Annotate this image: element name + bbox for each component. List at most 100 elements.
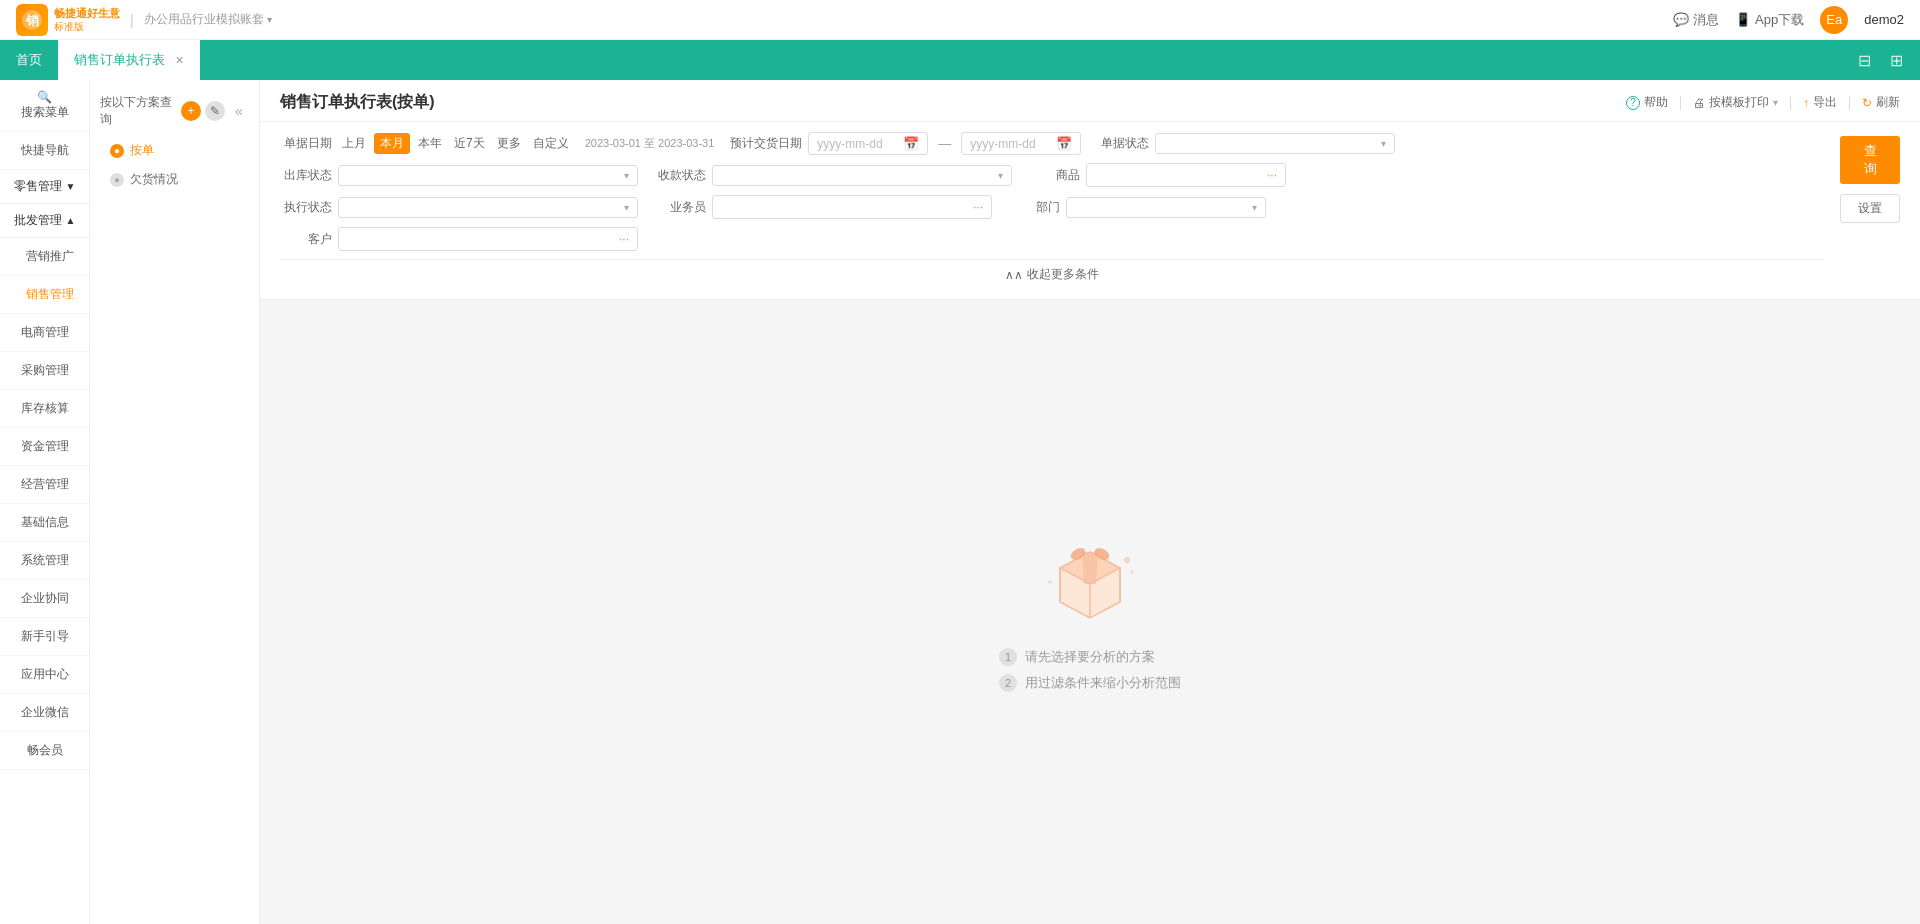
goods-select[interactable]: ··· [1086,163,1286,187]
page-label[interactable]: 办公用品行业模拟账套 ▾ [144,11,272,28]
content-area: 按以下方案查询 + ✎ « ● 按单 ● 欠货情况 销售订单执行表(按单) [90,80,1920,924]
tip-text-1: 请先选择要分析的方案 [1025,648,1155,666]
retail-arrow-icon: ▼ [66,181,76,192]
calendar-start-icon[interactable]: 📅 [903,136,919,151]
header-left: 销 畅捷通好生意 标准版 | 办公用品行业模拟账套 ▾ [16,4,272,36]
sidebar-item-quicknav[interactable]: 快捷导航 [0,132,89,170]
payment-status-select[interactable]: ▾ [712,165,1012,186]
sidebar-item-finance[interactable]: 资金管理 [0,428,89,466]
scheme-item-press[interactable]: ● 按单 [90,136,259,165]
sidebar-item-basic[interactable]: 基础信息 [0,504,89,542]
customer-select[interactable]: ··· [338,227,638,251]
filter-date: 单据日期 上月 本月 本年 近7天 更多 自定义 2023-03-01 至 20… [280,133,714,154]
sidebar-item-app-center[interactable]: 应用中心 [0,656,89,694]
filter-row-3: 执行状态 ▾ 业务员 ··· [280,195,1824,219]
date-btn-more[interactable]: 更多 [493,133,525,154]
date-btn-custom[interactable]: 自定义 [529,133,573,154]
tip-num-1: 1 [999,648,1017,666]
tip-text-2: 用过滤条件来缩小分析范围 [1025,674,1181,692]
sidebar-item-wholesale[interactable]: 批发管理 ▲ [0,204,89,238]
sidebar-item-search[interactable]: 🔍 搜索菜单 [0,80,89,132]
sidebar-item-purchase[interactable]: 采购管理 [0,352,89,390]
collapse-up-icon: ∧∧ [1005,268,1023,282]
brand-icon: 销 [16,4,48,36]
tab-bar-right: ⊟ ⊞ [1852,48,1920,72]
dept-select[interactable]: ▾ [1066,197,1266,218]
collapse-filter-button[interactable]: ∧∧ 收起更多条件 [280,259,1824,289]
sidebar-item-operation[interactable]: 经营管理 [0,466,89,504]
brand-logo[interactable]: 销 畅捷通好生意 标准版 [16,4,120,36]
help-button[interactable]: ? 帮助 [1626,94,1668,111]
sidebar-item-wechat[interactable]: 企业微信 [0,694,89,732]
date-quick-btns: 上月 本月 本年 近7天 更多 自定义 [338,133,573,154]
filter-exec-status: 执行状态 ▾ [280,197,638,218]
export-button[interactable]: ↑ 导出 [1803,94,1837,111]
svg-marker-7 [1082,552,1098,584]
query-button[interactable]: 查询 [1840,136,1900,184]
scheme-item-debt[interactable]: ● 欠货情况 [90,165,259,194]
tab-home[interactable]: 首页 [0,40,58,80]
add-scheme-button[interactable]: + [181,101,201,121]
salesperson-select[interactable]: ··· [712,195,992,219]
filter-goods: 商品 ··· [1028,163,1286,187]
date-btn-7days[interactable]: 近7天 [450,133,489,154]
date-btn-last-month[interactable]: 上月 [338,133,370,154]
filter-row-2: 出库状态 ▾ 收款状态 ▾ [280,163,1824,187]
sidebar-item-ecommerce[interactable]: 电商管理 [0,314,89,352]
doc-status-arrow-icon: ▾ [1381,138,1386,149]
username[interactable]: demo2 [1864,12,1904,27]
app-download-action[interactable]: 📱 App下载 [1735,11,1804,29]
wholesale-arrow-icon: ▲ [66,215,76,226]
salesperson-more-icon[interactable]: ··· [973,200,983,214]
expected-date-end-input[interactable]: yyyy-mm-dd 📅 [961,132,1081,155]
customer-more-icon[interactable]: ··· [619,232,629,246]
sidebar-item-system[interactable]: 系统管理 [0,542,89,580]
filter-payment-status: 收款状态 ▾ [654,165,1012,186]
empty-tips: 1 请先选择要分析的方案 2 用过滤条件来缩小分析范围 [999,648,1181,692]
query-settings-group: 查询 设置 [1824,132,1900,223]
sidebar-item-enterprise[interactable]: 企业协同 [0,580,89,618]
user-avatar[interactable]: Ea [1820,6,1848,34]
print-button[interactable]: 🖨 按模板打印 ▾ [1693,94,1778,111]
date-btn-this-month[interactable]: 本月 [374,133,410,154]
sidebar-item-member[interactable]: 畅会员 [0,732,89,770]
date-range-display: 2023-03-01 至 2023-03-31 [585,136,715,151]
filter-stock-status: 出库状态 ▾ [280,165,638,186]
tab-sales-order[interactable]: 销售订单执行表 ✕ [58,40,200,80]
page-title: 销售订单执行表(按单) [280,92,435,113]
date-btn-this-year[interactable]: 本年 [414,133,446,154]
settings-button[interactable]: 设置 [1840,194,1900,223]
tab-fullscreen-icon[interactable]: ⊞ [1884,48,1908,72]
exec-status-select[interactable]: ▾ [338,197,638,218]
search-icon: 🔍 [37,90,52,104]
tab-close-icon[interactable]: ✕ [175,54,184,67]
sidebar-item-sales[interactable]: 销售管理 [0,276,89,314]
tab-minimize-icon[interactable]: ⊟ [1852,48,1876,72]
filter-row-1: 单据日期 上月 本月 本年 近7天 更多 自定义 2023-03-01 至 20… [280,132,1824,155]
goods-more-icon[interactable]: ··· [1267,168,1277,182]
expected-date-start-input[interactable]: yyyy-mm-dd 📅 [808,132,928,155]
edit-scheme-button[interactable]: ✎ [205,101,225,121]
svg-point-12 [1048,580,1052,584]
sidebar-item-inventory[interactable]: 库存核算 [0,390,89,428]
refresh-icon: ↻ [1862,96,1872,110]
divider-2 [1790,96,1791,110]
doc-status-select[interactable]: ▾ [1155,133,1395,154]
sidebar: 🔍 搜索菜单 快捷导航 零售管理 ▼ 批发管理 ▲ 营销推广 销售管理 电商管理… [0,80,90,924]
left-panel-actions: + ✎ « [181,101,249,121]
divider-3 [1849,96,1850,110]
refresh-button[interactable]: ↻ 刷新 [1862,94,1900,111]
message-action[interactable]: 💬 消息 [1673,11,1719,29]
calendar-end-icon[interactable]: 📅 [1056,136,1072,151]
collapse-panel-button[interactable]: « [229,101,249,121]
exec-status-arrow-icon: ▾ [624,202,629,213]
empty-state: 1 请先选择要分析的方案 2 用过滤条件来缩小分析范围 [959,492,1221,732]
svg-point-11 [1130,570,1134,574]
payment-status-arrow-icon: ▾ [998,170,1003,181]
sidebar-item-newbie[interactable]: 新手引导 [0,618,89,656]
filter-area: 单据日期 上月 本月 本年 近7天 更多 自定义 2023-03-01 至 20… [260,122,1920,300]
sidebar-item-marketing[interactable]: 营销推广 [0,238,89,276]
stock-status-select[interactable]: ▾ [338,165,638,186]
sidebar-item-retail[interactable]: 零售管理 ▼ [0,170,89,204]
filter-doc-status: 单据状态 ▾ [1097,133,1395,154]
